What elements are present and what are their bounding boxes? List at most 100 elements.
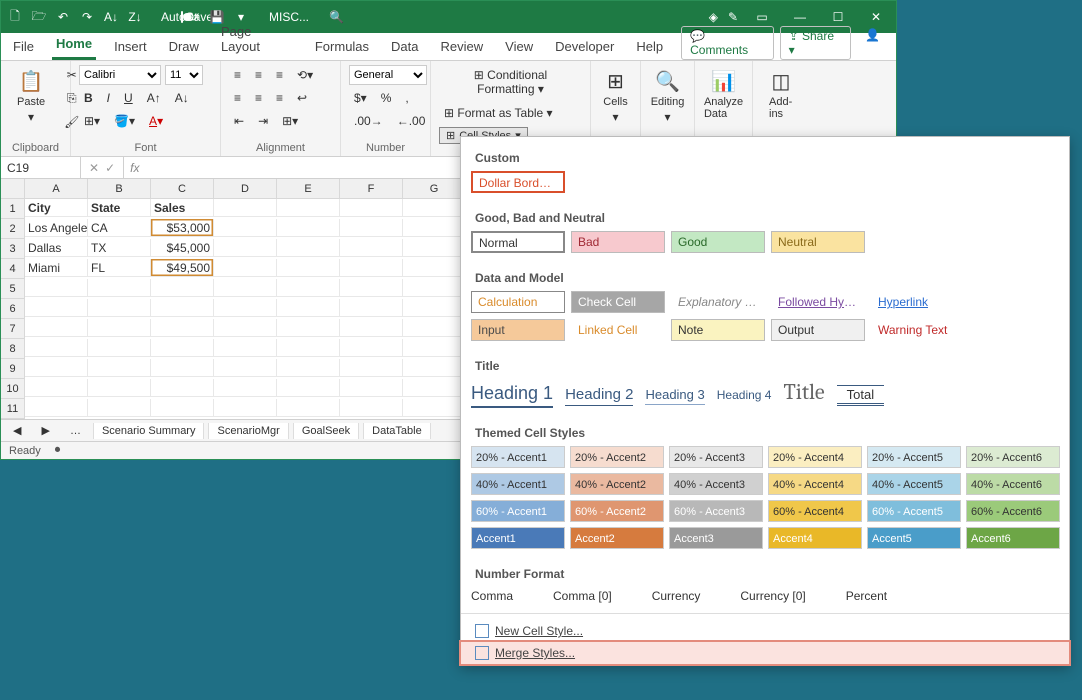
align-left-icon[interactable]: ≡ <box>229 88 246 108</box>
increase-indent-icon[interactable]: ⇥ <box>253 111 273 131</box>
tab-formulas[interactable]: Formulas <box>311 35 373 60</box>
cell[interactable] <box>340 339 403 357</box>
cancel-formula-icon[interactable]: ✕ <box>89 161 99 175</box>
themed-style-chip[interactable]: Accent1 <box>471 527 565 549</box>
cell[interactable] <box>214 399 277 417</box>
style-input[interactable]: Input <box>471 319 565 341</box>
shrink-font-icon[interactable]: A↓ <box>170 88 194 108</box>
open-file-icon[interactable]: 🗁 <box>31 7 47 28</box>
cell[interactable] <box>214 199 277 217</box>
cell[interactable]: CA <box>88 219 151 237</box>
tab-help[interactable]: Help <box>632 35 667 60</box>
style-bad[interactable]: Bad <box>571 231 665 253</box>
themed-style-chip[interactable]: Accent5 <box>867 527 961 549</box>
themed-style-chip[interactable]: 60% - Accent5 <box>867 500 961 522</box>
cell[interactable] <box>151 299 214 317</box>
cell[interactable] <box>214 299 277 317</box>
cell[interactable] <box>151 399 214 417</box>
themed-style-chip[interactable]: 60% - Accent4 <box>768 500 862 522</box>
cell[interactable]: $53,000 <box>151 219 214 237</box>
themed-style-chip[interactable]: 40% - Accent4 <box>768 473 862 495</box>
themed-style-chip[interactable]: Accent6 <box>966 527 1060 549</box>
cell[interactable] <box>340 239 403 257</box>
conditional-formatting-button[interactable]: ⊞ Conditional Formatting ▾ <box>439 65 582 99</box>
account-icon[interactable]: 👤 <box>857 26 888 60</box>
cell[interactable] <box>151 359 214 377</box>
increase-decimal-icon[interactable]: .00→ <box>349 111 388 131</box>
pen-icon[interactable]: ✎ <box>728 10 738 24</box>
style-heading3[interactable]: Heading 3 <box>645 387 704 405</box>
cell[interactable] <box>151 279 214 297</box>
cell[interactable]: City <box>25 199 88 217</box>
cell[interactable] <box>340 199 403 217</box>
style-currency[interactable]: Currency <box>652 587 701 605</box>
font-size-select[interactable]: 11 <box>165 65 203 85</box>
scroll-last-icon[interactable]: ▶ <box>33 422 57 439</box>
themed-style-chip[interactable]: Accent4 <box>768 527 862 549</box>
row-header[interactable]: 3 <box>1 239 25 259</box>
more-sheets-icon[interactable]: … <box>62 423 89 439</box>
column-header[interactable]: G <box>403 179 466 199</box>
style-check-cell[interactable]: Check Cell <box>571 291 665 313</box>
cell[interactable] <box>88 339 151 357</box>
tab-insert[interactable]: Insert <box>110 35 151 60</box>
cell[interactable] <box>88 399 151 417</box>
style-output[interactable]: Output <box>771 319 865 341</box>
cell[interactable] <box>403 299 466 317</box>
cell[interactable] <box>214 219 277 237</box>
scroll-first-icon[interactable]: ◀ <box>5 422 29 439</box>
themed-style-chip[interactable]: 20% - Accent5 <box>867 446 961 468</box>
cell[interactable] <box>277 379 340 397</box>
row-header[interactable]: 5 <box>1 279 25 299</box>
macro-record-icon[interactable]: ⏺ <box>55 444 61 457</box>
cell[interactable] <box>214 379 277 397</box>
themed-style-chip[interactable]: Accent2 <box>570 527 664 549</box>
font-color-icon[interactable]: A▾ <box>144 111 168 131</box>
style-hyperlink[interactable]: Hyperlink <box>871 291 965 313</box>
cell[interactable]: $49,500 <box>151 259 214 277</box>
cell[interactable] <box>340 319 403 337</box>
cell[interactable] <box>277 339 340 357</box>
column-header[interactable]: C <box>151 179 214 199</box>
row-header[interactable]: 10 <box>1 379 25 399</box>
align-top-icon[interactable]: ≡ <box>229 65 246 85</box>
cell[interactable]: Sales <box>151 199 214 217</box>
borders-icon[interactable]: ⊞▾ <box>79 111 105 131</box>
minimize-icon[interactable]: — <box>786 10 814 24</box>
grow-font-icon[interactable]: A↑ <box>142 88 166 108</box>
cell[interactable] <box>214 319 277 337</box>
themed-style-chip[interactable]: 20% - Accent2 <box>570 446 664 468</box>
themed-style-chip[interactable]: 20% - Accent3 <box>669 446 763 468</box>
style-total[interactable]: Total <box>837 385 884 406</box>
row-header[interactable]: 4 <box>1 259 25 279</box>
editing-button[interactable]: 🔍 Editing ▾ <box>649 65 686 128</box>
wrap-text-icon[interactable]: ↩ <box>292 88 312 108</box>
style-neutral[interactable]: Neutral <box>771 231 865 253</box>
tab-data[interactable]: Data <box>387 35 422 60</box>
cell[interactable] <box>25 339 88 357</box>
decrease-decimal-icon[interactable]: ←.00 <box>392 111 431 131</box>
new-file-icon[interactable]: 🗋 <box>7 7 23 28</box>
cell[interactable] <box>88 359 151 377</box>
themed-style-chip[interactable]: 40% - Accent1 <box>471 473 565 495</box>
redo-icon[interactable]: ↷ <box>79 10 95 24</box>
themed-style-chip[interactable]: 60% - Accent1 <box>471 500 565 522</box>
percent-icon[interactable]: % <box>376 88 397 108</box>
column-header[interactable]: F <box>340 179 403 199</box>
analyze-data-button[interactable]: 📊 Analyze Data <box>703 65 744 124</box>
cell[interactable] <box>214 359 277 377</box>
themed-style-chip[interactable]: 40% - Accent3 <box>669 473 763 495</box>
style-note[interactable]: Note <box>671 319 765 341</box>
sheet-tab[interactable]: Scenario Summary <box>93 423 205 439</box>
sheet-tab[interactable]: DataTable <box>363 423 431 439</box>
orientation-icon[interactable]: ⟲▾ <box>292 65 318 85</box>
addins-button[interactable]: ◫ Add-ins <box>761 65 801 124</box>
undo-icon[interactable]: ↶ <box>55 10 71 24</box>
themed-style-chip[interactable]: 40% - Accent2 <box>570 473 664 495</box>
tab-view[interactable]: View <box>501 35 537 60</box>
row-header[interactable]: 8 <box>1 339 25 359</box>
cell[interactable] <box>277 259 340 277</box>
cell[interactable]: Dallas <box>25 239 88 257</box>
search-icon[interactable]: 🔍 <box>329 10 344 24</box>
cell[interactable] <box>340 219 403 237</box>
